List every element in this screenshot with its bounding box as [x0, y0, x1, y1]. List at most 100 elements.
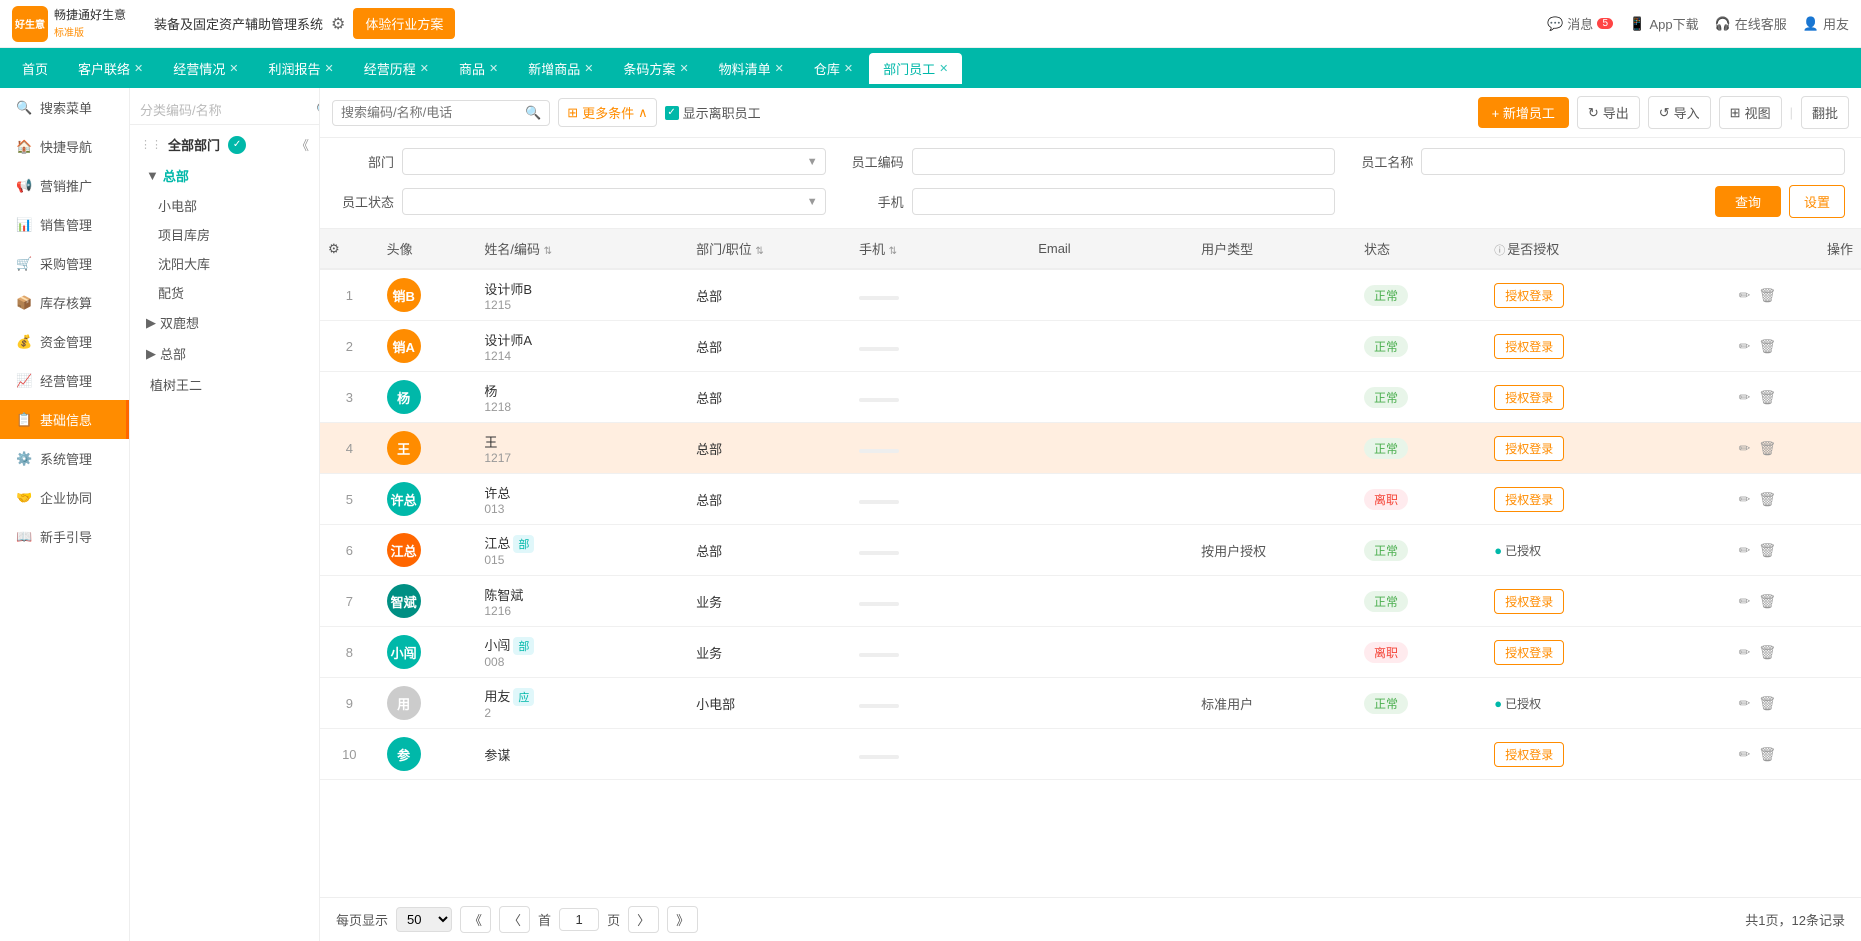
more-ops-button[interactable]: 翻批 — [1801, 96, 1849, 129]
nav-tab-warehouse[interactable]: 仓库 ✕ — [800, 53, 867, 84]
sidebar-item-basic-info[interactable]: 📋 基础信息 — [0, 400, 129, 439]
auth-button[interactable]: 授权登录 — [1494, 283, 1564, 308]
nav-tab-addgoods[interactable]: 新增商品 ✕ — [514, 53, 607, 84]
close-icon[interactable]: ✕ — [775, 62, 784, 75]
nav-tab-staff[interactable]: 部门员工 ✕ — [869, 53, 962, 84]
view-button[interactable]: ⊞ 视图 — [1719, 96, 1782, 129]
edit-icon[interactable]: ✏ — [1739, 287, 1751, 304]
col-settings[interactable]: ⚙ — [320, 229, 379, 269]
tree-node-general-hq[interactable]: ▼ 总部 — [130, 160, 319, 191]
close-icon[interactable]: ✕ — [489, 62, 498, 75]
query-button[interactable]: 查询 — [1715, 186, 1781, 217]
close-icon[interactable]: ✕ — [229, 62, 238, 75]
delete-icon[interactable]: 🗑 — [1758, 338, 1776, 355]
filter-more-btn[interactable]: ⊞ 更多条件 ∧ — [558, 98, 656, 127]
edit-icon[interactable]: ✏ — [1739, 440, 1751, 457]
close-icon[interactable]: ✕ — [584, 62, 593, 75]
edit-icon[interactable]: ✏ — [1739, 644, 1751, 661]
delete-icon[interactable]: 🗑 — [1758, 695, 1776, 712]
delete-icon[interactable]: 🗑 — [1758, 746, 1776, 763]
delete-icon[interactable]: 🗑 — [1758, 542, 1776, 559]
page-size-select[interactable]: 50 100 200 — [396, 907, 452, 932]
nav-tab-home[interactable]: 首页 — [8, 53, 62, 84]
user-action[interactable]: 👤 用友 — [1803, 14, 1849, 33]
set-button[interactable]: 设置 — [1789, 185, 1845, 218]
sidebar-item-purchase[interactable]: 🛒 采购管理 — [0, 244, 129, 283]
sidebar-item-inventory[interactable]: 📦 库存核算 — [0, 283, 129, 322]
edit-icon[interactable]: ✏ — [1739, 389, 1751, 406]
edit-icon[interactable]: ✏ — [1739, 593, 1751, 610]
add-employee-button[interactable]: + 新增员工 — [1478, 97, 1569, 128]
close-icon[interactable]: ✕ — [134, 62, 143, 75]
sidebar-item-sales[interactable]: 📊 销售管理 — [0, 205, 129, 244]
edit-icon[interactable]: ✏ — [1739, 542, 1751, 559]
auth-button[interactable]: 授权登录 — [1494, 640, 1564, 665]
empcode-input[interactable] — [912, 148, 1336, 175]
tree-search-input[interactable] — [140, 103, 316, 118]
try-btn[interactable]: 体验行业方案 — [353, 8, 455, 39]
auth-button[interactable]: 授权登录 — [1494, 742, 1564, 767]
auth-button[interactable]: 授权登录 — [1494, 436, 1564, 461]
delete-icon[interactable]: 🗑 — [1758, 287, 1776, 304]
edit-icon[interactable]: ✏ — [1739, 695, 1751, 712]
sidebar-item-search[interactable]: 🔍 搜索菜单 — [0, 88, 129, 127]
app-download-action[interactable]: 📱 App下载 — [1629, 14, 1698, 33]
dept-select[interactable] — [402, 148, 826, 175]
nav-tab-bom[interactable]: 物料清单 ✕ — [705, 53, 798, 84]
close-icon[interactable]: ✕ — [420, 62, 429, 75]
nav-tab-profit[interactable]: 利润报告 ✕ — [254, 53, 347, 84]
col-dept[interactable]: 部门/职位 ⇅ — [688, 229, 851, 269]
export-button[interactable]: ↻ 导出 — [1577, 96, 1640, 129]
edit-icon[interactable]: ✏ — [1739, 491, 1751, 508]
tree-child-peihuo[interactable]: 配货 — [130, 278, 319, 307]
col-phone[interactable]: 手机 ⇅ — [851, 229, 1030, 269]
sidebar-item-quicknav[interactable]: 🏠 快捷导航 — [0, 127, 129, 166]
delete-icon[interactable]: 🗑 — [1758, 440, 1776, 457]
nav-tab-history[interactable]: 经营历程 ✕ — [350, 53, 443, 84]
last-page-button[interactable]: 》 — [667, 906, 698, 933]
sidebar-item-guide[interactable]: 📖 新手引导 — [0, 517, 129, 556]
close-icon[interactable]: ✕ — [844, 62, 853, 75]
sidebar-item-marketing[interactable]: 📢 营销推广 — [0, 166, 129, 205]
sidebar-item-collab[interactable]: 🤝 企业协同 — [0, 478, 129, 517]
edit-icon[interactable]: ✏ — [1739, 746, 1751, 763]
phone-input[interactable] — [912, 188, 1336, 215]
prev-page-button[interactable]: 〈 — [499, 906, 530, 933]
edit-icon[interactable]: ✏ — [1739, 338, 1751, 355]
tree-node-zhishu[interactable]: 植树王二 — [130, 369, 319, 400]
nav-tab-situation[interactable]: 经营情况 ✕ — [159, 53, 252, 84]
tree-collapse-icon[interactable]: 《 — [296, 135, 309, 154]
auth-button[interactable]: 授权登录 — [1494, 385, 1564, 410]
service-action[interactable]: 🎧 在线客服 — [1715, 14, 1787, 33]
first-page-button[interactable]: 《 — [460, 906, 491, 933]
empname-input[interactable] — [1421, 148, 1845, 175]
nav-tab-customer[interactable]: 客户联络 ✕ — [64, 53, 157, 84]
sidebar-item-operations[interactable]: 📈 经营管理 — [0, 361, 129, 400]
tree-child-xiaodibu[interactable]: 小电部 — [130, 191, 319, 220]
tree-node-zongbu[interactable]: ▶ 总部 — [130, 338, 319, 369]
sidebar-item-system[interactable]: ⚙️ 系统管理 — [0, 439, 129, 478]
show-resigned-toggle[interactable]: ✓ 显示离职员工 — [665, 103, 761, 122]
auth-button[interactable]: 授权登录 — [1494, 334, 1564, 359]
tree-node-shuanglu[interactable]: ▶ 双鹿想 — [130, 307, 319, 338]
delete-icon[interactable]: 🗑 — [1758, 644, 1776, 661]
import-button[interactable]: ↺ 导入 — [1648, 96, 1711, 129]
delete-icon[interactable]: 🗑 — [1758, 491, 1776, 508]
col-name[interactable]: 姓名/编码 ⇅ — [476, 229, 688, 269]
close-icon[interactable]: ✕ — [939, 62, 948, 75]
sidebar-item-finance[interactable]: 💰 资金管理 — [0, 322, 129, 361]
delete-icon[interactable]: 🗑 — [1758, 389, 1776, 406]
tree-child-shenyang[interactable]: 沈阳大库 — [130, 249, 319, 278]
nav-tab-barcode[interactable]: 条码方案 ✕ — [609, 53, 702, 84]
close-icon[interactable]: ✕ — [679, 62, 688, 75]
status-select[interactable] — [402, 188, 826, 215]
auth-button[interactable]: 授权登录 — [1494, 487, 1564, 512]
auth-button[interactable]: 授权登录 — [1494, 589, 1564, 614]
message-action[interactable]: 💬 消息 5 — [1547, 14, 1613, 33]
search-input[interactable] — [341, 105, 521, 120]
page-input[interactable] — [559, 908, 599, 931]
delete-icon[interactable]: 🗑 — [1758, 593, 1776, 610]
tree-child-projectroom[interactable]: 项目库房 — [130, 220, 319, 249]
settings-icon[interactable]: ⚙ — [331, 14, 345, 34]
nav-tab-goods[interactable]: 商品 ✕ — [445, 53, 512, 84]
